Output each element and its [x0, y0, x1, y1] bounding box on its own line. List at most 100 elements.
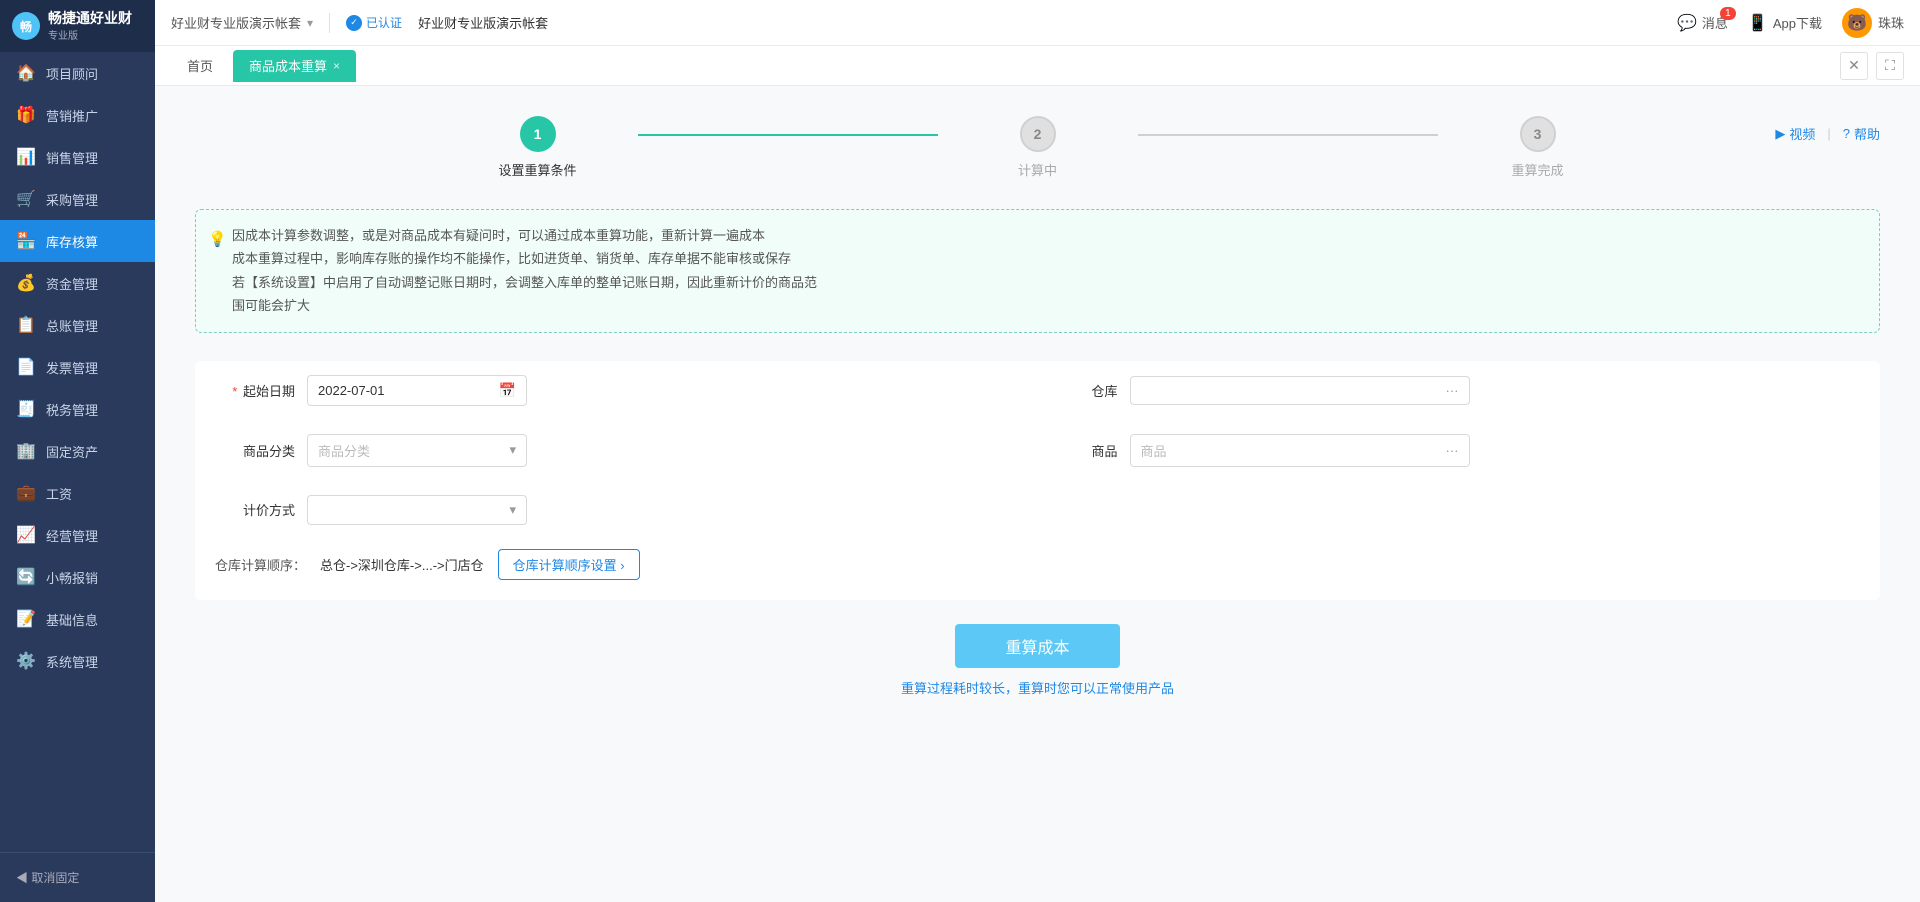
help-link[interactable]: ? 帮助	[1843, 124, 1880, 143]
project-icon: 🏠	[16, 63, 36, 83]
sidebar: 畅 畅捷通好业财 专业版 🏠 项目顾问 🎁 营销推广 📊 销售管理 🛒 采购管理…	[0, 0, 155, 902]
start-date-label: * 起始日期	[215, 381, 295, 400]
step-3-number: 3	[1534, 126, 1542, 142]
warehouse-input[interactable]: ···	[1130, 376, 1470, 405]
step-connector-2	[1138, 134, 1438, 136]
operations-label: 经营管理	[46, 526, 98, 545]
sidebar-item-marketing[interactable]: 🎁 营销推广	[0, 94, 155, 136]
unpin-button[interactable]: ◀ 取消固定	[0, 861, 155, 894]
message-button[interactable]: 💬 消息 1	[1677, 13, 1728, 33]
category-dropdown-icon: ▾	[509, 442, 516, 458]
finance-icon: 💰	[16, 273, 36, 293]
sidebar-item-assets[interactable]: 🏢 固定资产	[0, 430, 155, 472]
accounting-icon: 📋	[16, 315, 36, 335]
purchase-label: 采购管理	[46, 190, 98, 209]
app-download-button[interactable]: 📱 App下载	[1748, 13, 1822, 33]
stepper: 1 设置重算条件 2 计算中 3 重算完成 ▶ 视	[195, 116, 1880, 179]
salary-label: 工资	[46, 484, 72, 503]
tax-icon: 🧾	[16, 399, 36, 419]
topbar-divider	[329, 13, 330, 33]
topbar: 好业财专业版演示帐套 ▾ ✓ 已认证 好业财专业版演示帐套 💬 消息 1 📱 A…	[155, 0, 1920, 46]
inventory-icon: 🏪	[16, 231, 36, 251]
category-label: 商品分类	[215, 441, 295, 460]
form-row-1: * 起始日期 2022-07-01 📅 仓库 ···	[195, 361, 1880, 420]
finance-label: 资金管理	[46, 274, 98, 293]
step-3-label: 重算完成	[1511, 160, 1563, 179]
form-group-warehouse: 仓库 ···	[1038, 376, 1861, 405]
video-icon: ▶	[1775, 126, 1785, 142]
sidebar-item-project[interactable]: 🏠 项目顾问	[0, 52, 155, 94]
message-icon: 💬	[1677, 13, 1697, 33]
help-label: 帮助	[1854, 124, 1880, 143]
invoice-label: 发票管理	[46, 358, 98, 377]
goods-input[interactable]: 商品 ···	[1130, 434, 1470, 467]
required-star: *	[232, 384, 237, 399]
account-selector[interactable]: 好业财专业版演示帐套 ▾	[171, 13, 313, 32]
sidebar-item-expense[interactable]: 🔄 小畅报销	[0, 556, 155, 598]
tax-label: 税务管理	[46, 400, 98, 419]
expense-icon: 🔄	[16, 567, 36, 587]
close-panel-button[interactable]: ✕	[1840, 52, 1868, 80]
recalc-button[interactable]: 重算成本	[955, 624, 1119, 668]
calendar-icon[interactable]: 📅	[499, 382, 516, 399]
app-download-label: App下载	[1773, 13, 1822, 32]
marketing-label: 营销推广	[46, 106, 98, 125]
sidebar-item-system[interactable]: ⚙️ 系统管理	[0, 640, 155, 682]
sidebar-bottom: ◀ 取消固定	[0, 852, 155, 902]
warehouse-order-settings-button[interactable]: 仓库计算顺序设置 ›	[498, 549, 640, 580]
content-area: 1 设置重算条件 2 计算中 3 重算完成 ▶ 视	[155, 86, 1920, 902]
pricing-label: 计价方式	[215, 500, 295, 519]
step-1: 1 设置重算条件	[438, 116, 638, 179]
step-2: 2 计算中	[938, 116, 1138, 179]
tab-cost-recalc[interactable]: 商品成本重算 ×	[233, 50, 356, 82]
message-badge: 1	[1720, 7, 1736, 20]
sidebar-item-inventory[interactable]: 🏪 库存核算	[0, 220, 155, 262]
step-3-circle: 3	[1520, 116, 1556, 152]
video-label: 视频	[1789, 124, 1815, 143]
user-profile[interactable]: 🐻 珠珠	[1842, 8, 1904, 38]
step-1-label: 设置重算条件	[498, 160, 576, 179]
sidebar-item-tax[interactable]: 🧾 税务管理	[0, 388, 155, 430]
form-group-date: * 起始日期 2022-07-01 📅	[215, 375, 1038, 406]
recalc-btn-label: 重算成本	[1005, 640, 1069, 657]
expense-label: 小畅报销	[46, 568, 98, 587]
warehouse-label: 仓库	[1038, 381, 1118, 400]
sidebar-item-accounting[interactable]: 📋 总账管理	[0, 304, 155, 346]
video-link[interactable]: ▶ 视频	[1775, 124, 1815, 143]
tab-panel-controls: ✕ ⛶	[1840, 52, 1904, 80]
step-3: 3 重算完成	[1438, 116, 1638, 179]
basic-icon: 📝	[16, 609, 36, 629]
notice-line-2: 成本重算过程中，影响库存账的操作均不能操作，比如进货单、销货单、库存单据不能审核…	[232, 247, 1863, 270]
goods-more-icon: ···	[1446, 443, 1459, 458]
sidebar-item-sales[interactable]: 📊 销售管理	[0, 136, 155, 178]
help-icon: ?	[1843, 126, 1850, 141]
warehouse-order-value: 总仓->深圳仓库->...->门店仓	[320, 555, 484, 574]
sidebar-item-purchase[interactable]: 🛒 采购管理	[0, 178, 155, 220]
step-1-circle: 1	[520, 116, 556, 152]
tab-home[interactable]: 首页	[171, 50, 229, 82]
tab-close-icon[interactable]: ×	[333, 59, 340, 73]
expand-panel-button[interactable]: ⛶	[1876, 52, 1904, 80]
company-name: 好业财专业版演示帐套	[418, 13, 548, 32]
start-date-value: 2022-07-01	[318, 383, 385, 398]
system-icon: ⚙️	[16, 651, 36, 671]
sidebar-item-invoice[interactable]: 📄 发票管理	[0, 346, 155, 388]
app-edition: 专业版	[48, 27, 132, 42]
app-logo-icon: 畅	[12, 12, 40, 40]
operations-icon: 📈	[16, 525, 36, 545]
sidebar-item-basic[interactable]: 📝 基础信息	[0, 598, 155, 640]
marketing-icon: 🎁	[16, 105, 36, 125]
start-date-input[interactable]: 2022-07-01 📅	[307, 375, 527, 406]
sidebar-item-salary[interactable]: 💼 工资	[0, 472, 155, 514]
system-label: 系统管理	[46, 652, 98, 671]
pricing-select[interactable]: ▾	[307, 495, 527, 525]
salary-icon: 💼	[16, 483, 36, 503]
project-label: 项目顾问	[46, 64, 98, 83]
sidebar-item-finance[interactable]: 💰 资金管理	[0, 262, 155, 304]
form-group-goods: 商品 商品 ···	[1038, 434, 1861, 467]
account-name: 好业财专业版演示帐套	[171, 13, 301, 32]
goods-label: 商品	[1038, 441, 1118, 460]
category-select[interactable]: 商品分类 ▾	[307, 434, 527, 467]
tab-cost-recalc-label: 商品成本重算	[249, 56, 327, 75]
sidebar-item-operations[interactable]: 📈 经营管理	[0, 514, 155, 556]
